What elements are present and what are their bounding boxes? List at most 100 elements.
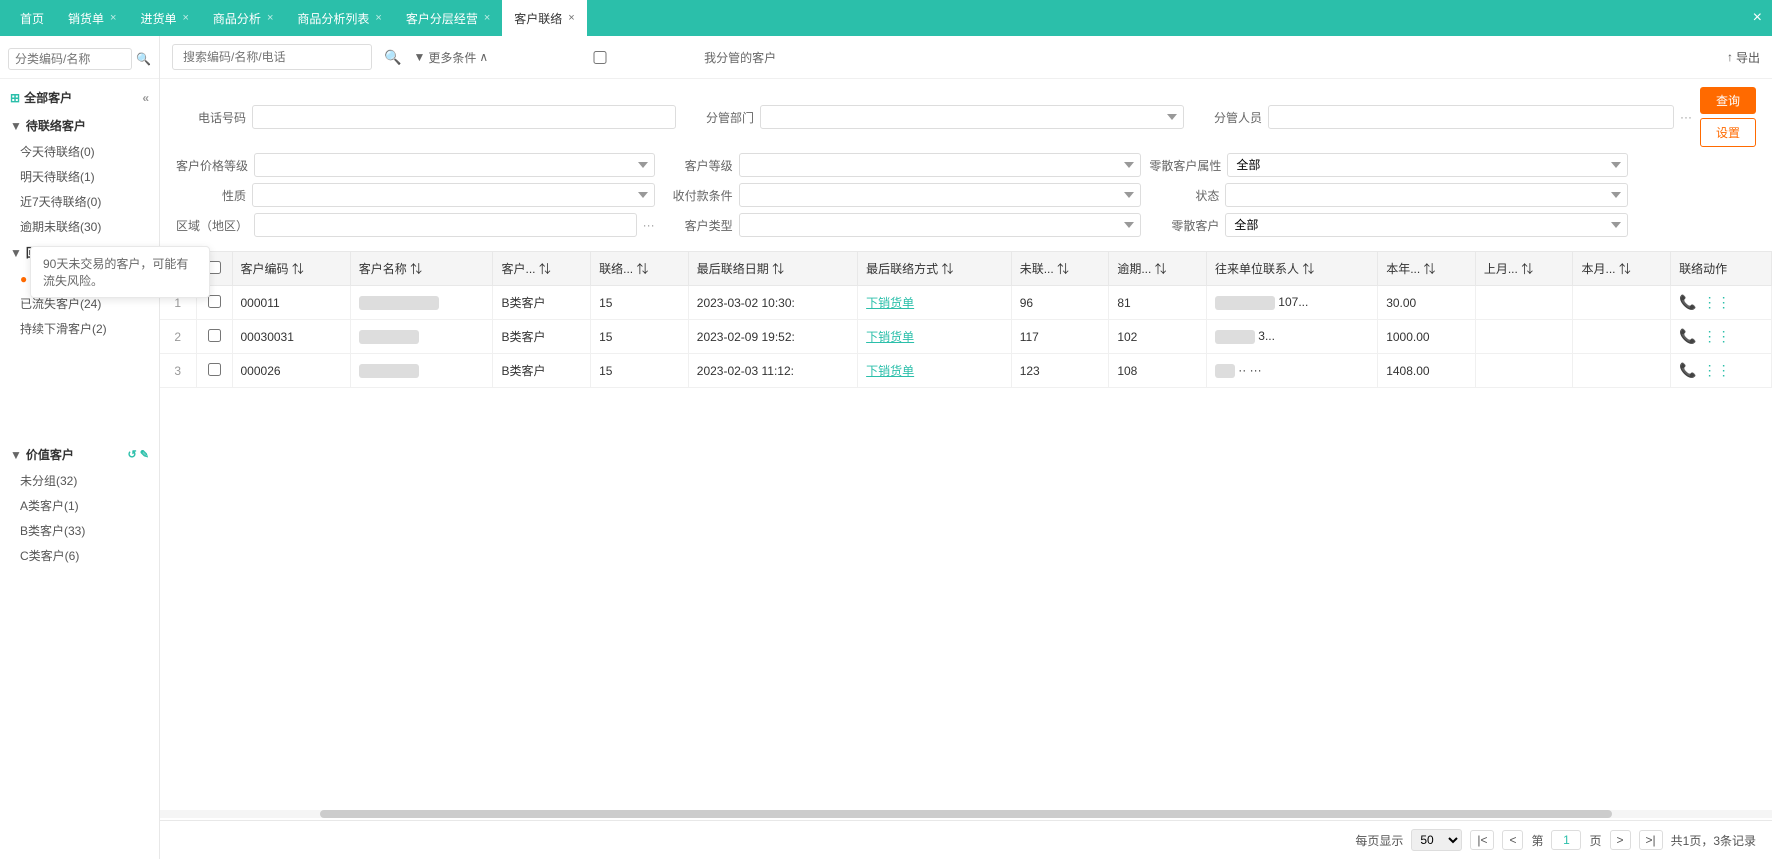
prev-page-btn[interactable]: < xyxy=(1502,830,1523,850)
tab-customer-tier[interactable]: 客户分层经营 × xyxy=(394,0,502,36)
phone-input[interactable] xyxy=(252,105,676,129)
window-close-icon[interactable]: × xyxy=(1753,9,1762,27)
col-contact[interactable]: 联络... ⇅ xyxy=(591,252,689,286)
row-select-checkbox[interactable] xyxy=(208,329,221,342)
more-action-icon[interactable]: ⋮⋮ xyxy=(1703,328,1731,345)
per-page-select[interactable]: 50 100 xyxy=(1411,829,1462,851)
region-input[interactable] xyxy=(254,213,637,237)
row-checkbox[interactable] xyxy=(196,320,232,354)
status-select[interactable] xyxy=(1225,183,1628,207)
first-page-btn[interactable]: |< xyxy=(1470,830,1494,850)
sidebar-item-today[interactable]: 今天待联络(0) xyxy=(0,139,159,164)
tab-product-analysis-list[interactable]: 商品分析列表 × xyxy=(285,0,393,36)
person-dots[interactable]: ··· xyxy=(1680,110,1692,124)
col-last-month[interactable]: 上月... ⇅ xyxy=(1475,252,1573,286)
my-customers-checkbox[interactable] xyxy=(500,51,700,64)
sidebar-item-class-b[interactable]: B类客户(33) xyxy=(0,518,159,543)
retail-attr-select[interactable]: 全部 xyxy=(1227,153,1628,177)
table-header-row: ⚙ 客户编码 ⇅ 客户名称 ⇅ 客户... ⇅ xyxy=(160,252,1772,286)
export-btn[interactable]: ↑ 导出 xyxy=(1727,49,1760,66)
price-tier-select[interactable] xyxy=(254,153,655,177)
row-select-checkbox[interactable] xyxy=(208,295,221,308)
col-last-method[interactable]: 最后联络方式 ⇅ xyxy=(858,252,1012,286)
col-name[interactable]: 客户名称 ⇅ xyxy=(350,252,493,286)
tab-purchase[interactable]: 进货单 × xyxy=(128,0,200,36)
sidebar-item-ungroup[interactable]: 未分组(32) xyxy=(0,468,159,493)
tab-sales[interactable]: 销货单 × xyxy=(56,0,128,36)
row-last-method[interactable]: 下销货单 xyxy=(858,320,1012,354)
col-overdue[interactable]: 逾期... ⇅ xyxy=(1109,252,1207,286)
tab-product-analysis[interactable]: 商品分析 × xyxy=(201,0,285,36)
payment-select[interactable] xyxy=(739,183,1142,207)
sidebar-group-valued[interactable]: ▼ 价值客户 ↺ ✎ xyxy=(0,441,159,468)
row-last-method[interactable]: 下销货单 xyxy=(858,286,1012,320)
sidebar-item-class-c[interactable]: C类客户(6) xyxy=(0,543,159,568)
horizontal-scrollbar[interactable] xyxy=(160,810,1772,818)
sidebar-item-tomorrow[interactable]: 明天待联络(1) xyxy=(0,164,159,189)
sidebar-item-class-a[interactable]: A类客户(1) xyxy=(0,493,159,518)
close-customer-tier-icon[interactable]: × xyxy=(484,12,490,24)
contact-action-icon[interactable]: 📞 xyxy=(1679,362,1696,379)
main-layout: 🔍 ⊞ 全部客户 « ▼ 待联络客户 今天待联络(0) 明天待联络(1) 近7天… xyxy=(0,36,1772,859)
nature-select[interactable] xyxy=(252,183,655,207)
row-code: 000026 xyxy=(232,354,350,388)
total-label: 共1页，3条记录 xyxy=(1671,832,1756,849)
more-action-icon[interactable]: ⋮⋮ xyxy=(1703,294,1731,311)
sidebar-item-returning[interactable]: 持续下滑客户(2) xyxy=(0,316,159,341)
next-page-btn[interactable]: > xyxy=(1610,830,1631,850)
last-page-btn[interactable]: >| xyxy=(1639,830,1663,850)
col-this-year[interactable]: 本年... ⇅ xyxy=(1378,252,1476,286)
col-this-month[interactable]: 本月... ⇅ xyxy=(1573,252,1671,286)
col-type[interactable]: 客户... ⇅ xyxy=(493,252,591,286)
col-unlinked[interactable]: 未联... ⇅ xyxy=(1011,252,1109,286)
sidebar-all-customers[interactable]: ⊞ 全部客户 « xyxy=(0,83,159,112)
row-contact: 15 xyxy=(591,286,689,320)
col-last-date[interactable]: 最后联络日期 ⇅ xyxy=(688,252,857,286)
sidebar-item-overdue-contact[interactable]: 逾期未联络(30) xyxy=(0,214,159,239)
region-dots[interactable]: ··· xyxy=(643,218,655,232)
scrollbar-thumb[interactable] xyxy=(320,810,1612,818)
price-tier-label: 客户价格等级 xyxy=(176,157,248,174)
sidebar-item-week[interactable]: 近7天待联络(0) xyxy=(0,189,159,214)
tab-customer-contact[interactable]: 客户联络 × xyxy=(502,0,586,36)
sidebar-search-input[interactable] xyxy=(8,48,132,70)
region-label: 区域（地区） xyxy=(176,217,248,234)
row-unit-contact: 3... xyxy=(1206,320,1377,354)
row-code: 000011 xyxy=(232,286,350,320)
close-sales-icon[interactable]: × xyxy=(110,12,116,24)
search-input[interactable] xyxy=(172,44,372,70)
filter-search-icon[interactable]: 🔍 xyxy=(384,49,401,66)
setting-button[interactable]: 设置 xyxy=(1700,118,1756,147)
row-name xyxy=(350,286,493,320)
contact-action-icon[interactable]: 📞 xyxy=(1679,294,1696,311)
col-code[interactable]: 客户编码 ⇅ xyxy=(232,252,350,286)
close-product-analysis-icon[interactable]: × xyxy=(267,12,273,24)
row-contact: 15 xyxy=(591,320,689,354)
col-unit-contact[interactable]: 往来单位联系人 ⇅ xyxy=(1206,252,1377,286)
more-action-icon[interactable]: ⋮⋮ xyxy=(1703,362,1731,379)
row-last-date: 2023-02-09 19:52: xyxy=(688,320,857,354)
row-last-method[interactable]: 下销货单 xyxy=(858,354,1012,388)
adv-filter-row-3: 性质 收付款条件 状态 xyxy=(176,183,1756,207)
valued-group-icons[interactable]: ↺ ✎ xyxy=(128,448,150,461)
row-select-checkbox[interactable] xyxy=(208,363,221,376)
close-purchase-icon[interactable]: × xyxy=(182,12,188,24)
tab-home[interactable]: 首页 xyxy=(8,0,56,36)
sidebar-group-pending[interactable]: ▼ 待联络客户 xyxy=(0,112,159,139)
payment-label: 收付款条件 xyxy=(663,187,733,204)
close-product-analysis-list-icon[interactable]: × xyxy=(375,12,381,24)
sidebar-group-pending-label: 待联络客户 xyxy=(26,117,86,134)
query-button[interactable]: 查询 xyxy=(1700,87,1756,114)
more-conditions-btn[interactable]: ▼ 更多条件 ∧ xyxy=(413,49,488,66)
collapse-icon[interactable]: « xyxy=(142,91,149,105)
customer-type-select[interactable] xyxy=(739,213,1142,237)
dept-select[interactable] xyxy=(760,105,1184,129)
row-checkbox[interactable] xyxy=(196,354,232,388)
person-input[interactable] xyxy=(1268,105,1674,129)
contact-action-icon[interactable]: 📞 xyxy=(1679,328,1696,345)
page-input[interactable] xyxy=(1551,830,1581,850)
close-customer-contact-icon[interactable]: × xyxy=(568,12,574,24)
customer-tier-select[interactable] xyxy=(739,153,1142,177)
retail-customer-select[interactable]: 全部 xyxy=(1225,213,1628,237)
row-last-date: 2023-03-02 10:30: xyxy=(688,286,857,320)
